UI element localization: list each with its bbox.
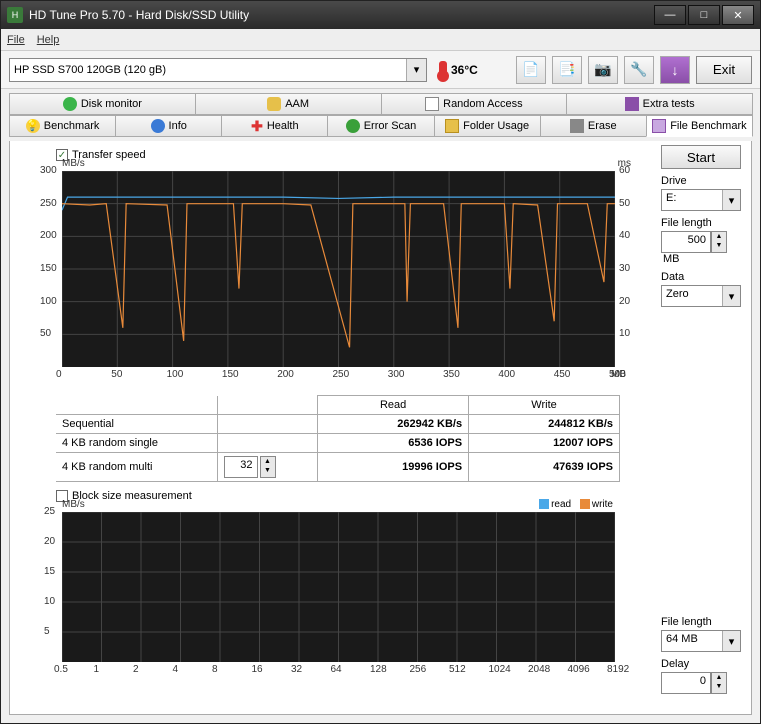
tab-erase[interactable]: Erase: [540, 115, 647, 137]
tab-aam[interactable]: AAM: [195, 93, 382, 115]
temperature-display: 36°C: [439, 61, 478, 79]
blocksize-chart-plot: [62, 512, 615, 662]
tab-folder-usage[interactable]: Folder Usage: [434, 115, 541, 137]
options-button[interactable]: 🔧: [624, 56, 654, 84]
plus-icon: ✚: [251, 121, 263, 132]
tab-random-access[interactable]: Random Access: [381, 93, 568, 115]
tab-info[interactable]: Info: [115, 115, 222, 137]
tab-extra-tests[interactable]: Extra tests: [566, 93, 753, 115]
data-select[interactable]: Zero▾: [661, 285, 741, 307]
titlebar: H HD Tune Pro 5.70 - Hard Disk/SSD Utili…: [1, 1, 760, 29]
results-table: Read Write Sequential 262942 KB/s 244812…: [56, 395, 620, 482]
drive-select[interactable]: E:▾: [661, 189, 741, 211]
y-axis-left-unit: MB/s: [62, 158, 85, 169]
bulb-icon: 💡: [26, 119, 40, 133]
col-write: Write: [469, 396, 620, 415]
menu-help[interactable]: Help: [37, 34, 60, 46]
side-panel-bottom: File length 64 MB▾ Delay 0▲▼: [661, 610, 743, 694]
speaker-icon: [267, 97, 281, 111]
table-row: 4 KB random single 6536 IOPS 12007 IOPS: [56, 434, 620, 453]
y2-unit: MB/s: [62, 499, 85, 510]
tab-row-1: Disk monitor AAM Random Access Extra tes…: [9, 93, 752, 115]
table-row: 4 KB random multi 32▲▼ 19996 IOPS 47639 …: [56, 453, 620, 482]
extra-icon: [625, 97, 639, 111]
file-length-unit: MB: [663, 253, 680, 265]
save-button[interactable]: ↓: [660, 56, 690, 84]
monitor-icon: [63, 97, 77, 111]
legend-write-swatch: [580, 499, 590, 509]
blocksize-chart: MB/s read write 0.5124816326412825651210…: [18, 502, 643, 682]
file-length2-label: File length: [661, 616, 743, 628]
file-length-input[interactable]: 500: [661, 231, 711, 253]
folder-icon: [445, 119, 459, 133]
block-size-label: Block size measurement: [72, 490, 192, 502]
screenshot-button[interactable]: 📷: [588, 56, 618, 84]
table-header-row: Read Write: [56, 396, 620, 415]
transfer-chart: MB/s ms 050100150200250300350400450500MB…: [18, 161, 643, 391]
copy-info-button[interactable]: 📑: [552, 56, 582, 84]
magnifier-icon: [346, 119, 360, 133]
menubar: File Help: [1, 29, 760, 51]
multi-threads-spinner[interactable]: ▲▼: [260, 456, 276, 478]
multi-threads-input[interactable]: 32: [224, 456, 258, 478]
side-panel-top: Start Drive E:▾ File length 500▲▼ MB Dat…: [661, 145, 743, 307]
tab-row-2: 💡Benchmark Info ✚Health Error Scan Folde…: [9, 115, 752, 137]
delay-label: Delay: [661, 658, 743, 670]
tab-strip: Disk monitor AAM Random Access Extra tes…: [1, 89, 760, 137]
trash-icon: [570, 119, 584, 133]
toolbar: HP SSD S700 120GB (120 gB) ▾ 36°C 📄 📑 📷 …: [1, 51, 760, 89]
file-benchmark-icon: [652, 119, 666, 133]
device-name: HP SSD S700 120GB (120 gB): [14, 64, 166, 76]
tab-health[interactable]: ✚Health: [221, 115, 328, 137]
file-length-row: 500▲▼ MB: [661, 231, 743, 265]
tab-benchmark[interactable]: 💡Benchmark: [9, 115, 116, 137]
delay-spinner[interactable]: ▲▼: [711, 672, 727, 694]
legend-read-swatch: [539, 499, 549, 509]
transfer-chart-plot: [62, 171, 615, 367]
start-button[interactable]: Start: [661, 145, 741, 169]
app-window: H HD Tune Pro 5.70 - Hard Disk/SSD Utili…: [0, 0, 761, 724]
minimize-button[interactable]: —: [654, 5, 686, 25]
tab-error-scan[interactable]: Error Scan: [327, 115, 434, 137]
block-size-check[interactable]: Block size measurement: [56, 490, 743, 502]
content-pane: Start Drive E:▾ File length 500▲▼ MB Dat…: [9, 141, 752, 715]
chevron-down-icon: ▾: [722, 286, 740, 306]
maximize-button[interactable]: □: [688, 5, 720, 25]
table-row: Sequential 262942 KB/s 244812 KB/s: [56, 415, 620, 434]
chevron-down-icon: ▾: [722, 631, 740, 651]
tab-file-benchmark[interactable]: File Benchmark: [646, 115, 753, 137]
info-icon: [151, 119, 165, 133]
temperature-value: 36°C: [451, 63, 478, 77]
device-dropdown-icon[interactable]: ▾: [406, 59, 426, 81]
menu-file[interactable]: File: [7, 34, 25, 46]
close-button[interactable]: ✕: [722, 5, 754, 25]
file-length-spinner[interactable]: ▲▼: [711, 231, 727, 253]
tab-disk-monitor[interactable]: Disk monitor: [9, 93, 196, 115]
delay-input[interactable]: 0: [661, 672, 711, 694]
copy-text-button[interactable]: 📄: [516, 56, 546, 84]
chevron-down-icon: ▾: [722, 190, 740, 210]
exit-button[interactable]: Exit: [696, 56, 752, 84]
thermometer-icon: [439, 61, 447, 79]
file-length-label: File length: [661, 217, 743, 229]
window-title: HD Tune Pro 5.70 - Hard Disk/SSD Utility: [29, 8, 652, 22]
data-label: Data: [661, 271, 743, 283]
dice-icon: [425, 97, 439, 111]
transfer-speed-check[interactable]: ✓ Transfer speed: [56, 149, 743, 161]
file-length2-select[interactable]: 64 MB▾: [661, 630, 741, 652]
delay-row: 0▲▼: [661, 672, 743, 694]
chart-legend: read write: [533, 499, 613, 510]
drive-label: Drive: [661, 175, 743, 187]
device-select[interactable]: HP SSD S700 120GB (120 gB) ▾: [9, 58, 427, 82]
col-read: Read: [318, 396, 469, 415]
app-icon: H: [7, 7, 23, 23]
